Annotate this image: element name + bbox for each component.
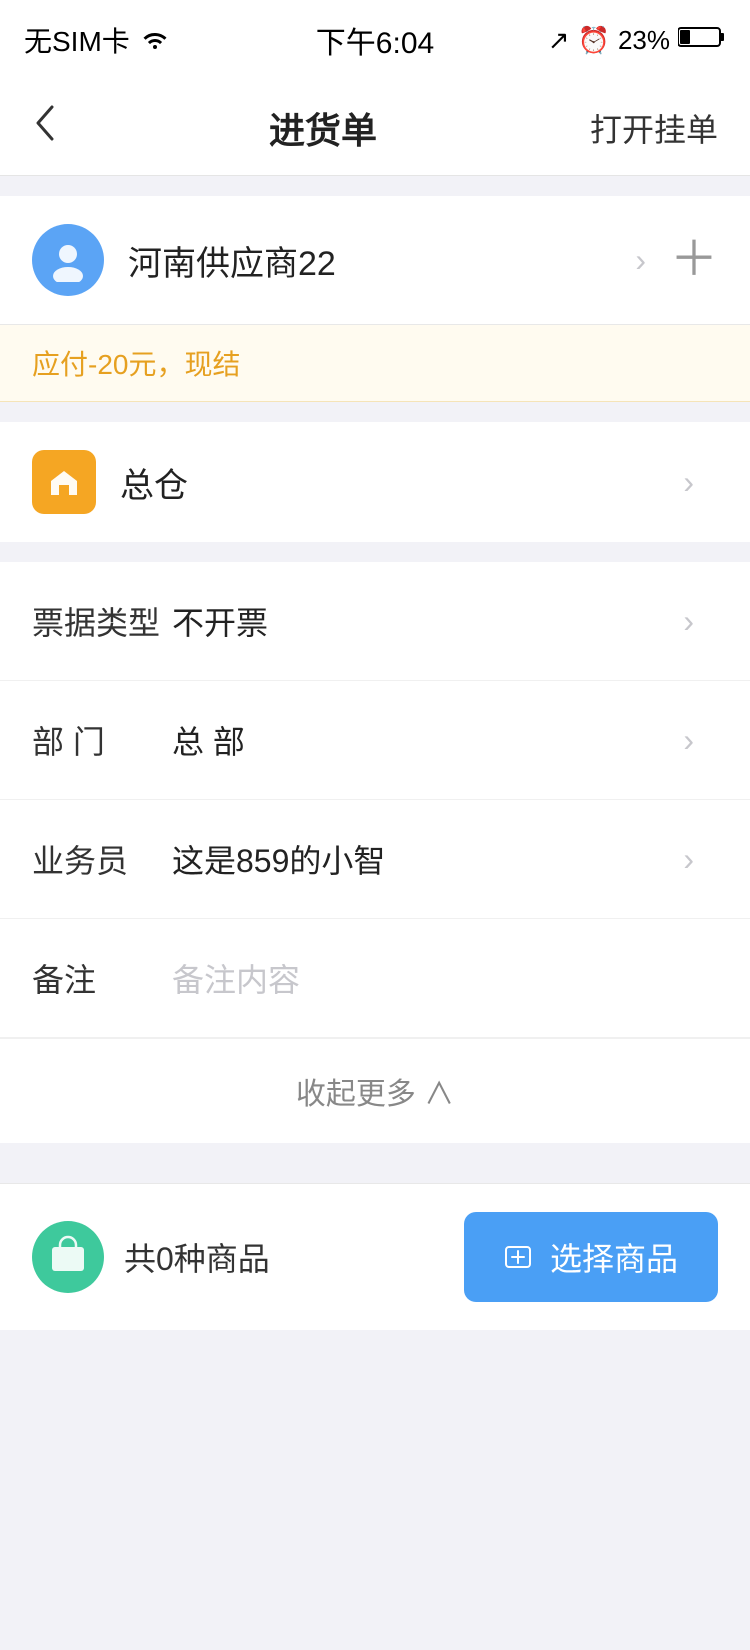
back-button[interactable] [32, 103, 56, 153]
status-time: 下午6:04 [316, 18, 434, 62]
product-count-area: 共0种商品 [32, 1221, 270, 1293]
supplier-row[interactable]: 河南供应商22 › ＋ [0, 196, 750, 325]
sales-rep-row[interactable]: 业务员 这是859的小智 › [0, 800, 750, 919]
collapse-label: 收起更多 ∧ [296, 1078, 454, 1111]
location-icon: ↗ [548, 25, 570, 56]
department-label: 部 门 [32, 717, 172, 763]
sales-rep-value: 这是859的小智 [172, 836, 683, 882]
remark-input[interactable]: 备注内容 [172, 955, 718, 1001]
nav-bar: 进货单 打开挂单 [0, 80, 750, 176]
department-row[interactable]: 部 门 总 部 › [0, 681, 750, 800]
chevron-right-icon: › [635, 242, 646, 279]
bottom-bar: 共0种商品 选择商品 [0, 1183, 750, 1330]
warehouse-chevron-icon: › [683, 464, 694, 501]
notice-bar: 应付-20元，现结 [0, 325, 750, 402]
battery-text: 23% [618, 25, 670, 56]
sales-rep-chevron-icon: › [683, 841, 694, 878]
sales-rep-label: 业务员 [32, 836, 172, 882]
open-pending-button[interactable]: 打开挂单 [590, 105, 718, 151]
section-gap-1 [0, 176, 750, 196]
remark-label: 备注 [32, 955, 172, 1001]
alarm-icon: ⏰ [578, 25, 610, 56]
invoice-type-row[interactable]: 票据类型 不开票 › [0, 562, 750, 681]
section-gap-2 [0, 402, 750, 422]
product-icon-circle [32, 1221, 104, 1293]
battery-icon [678, 25, 726, 56]
form-section: 票据类型 不开票 › 部 门 总 部 › 业务员 这是859的小智 › 备注 备… [0, 562, 750, 1143]
section-gap-4 [0, 1143, 750, 1163]
status-left: 无SIM卡 [24, 20, 170, 60]
supplier-section: 河南供应商22 › ＋ 应付-20元，现结 [0, 196, 750, 402]
invoice-type-value: 不开票 [172, 598, 683, 644]
invoice-chevron-icon: › [683, 603, 694, 640]
product-count-text: 共0种商品 [124, 1234, 270, 1280]
carrier-text: 无SIM卡 [24, 20, 130, 60]
remark-row[interactable]: 备注 备注内容 [0, 919, 750, 1038]
wifi-icon [140, 24, 170, 56]
supplier-avatar [32, 224, 104, 296]
section-gap-3 [0, 542, 750, 562]
page-title: 进货单 [269, 102, 377, 154]
department-chevron-icon: › [683, 722, 694, 759]
lower-area [0, 1330, 750, 1650]
select-product-label: 选择商品 [550, 1234, 678, 1280]
add-supplier-button[interactable]: ＋ [670, 236, 718, 284]
department-value: 总 部 [172, 717, 683, 763]
warehouse-row[interactable]: 总仓 › [0, 422, 750, 542]
warehouse-name: 总仓 [120, 458, 683, 507]
status-bar: 无SIM卡 下午6:04 ↗ ⏰ 23% [0, 0, 750, 80]
invoice-type-label: 票据类型 [32, 598, 172, 644]
supplier-name: 河南供应商22 [128, 236, 635, 285]
notice-text: 应付-20元，现结 [32, 349, 240, 380]
select-product-button[interactable]: 选择商品 [464, 1212, 718, 1302]
status-right: ↗ ⏰ 23% [548, 25, 726, 56]
warehouse-icon [32, 450, 96, 514]
collapse-more-button[interactable]: 收起更多 ∧ [0, 1038, 750, 1143]
warehouse-section: 总仓 › [0, 422, 750, 542]
